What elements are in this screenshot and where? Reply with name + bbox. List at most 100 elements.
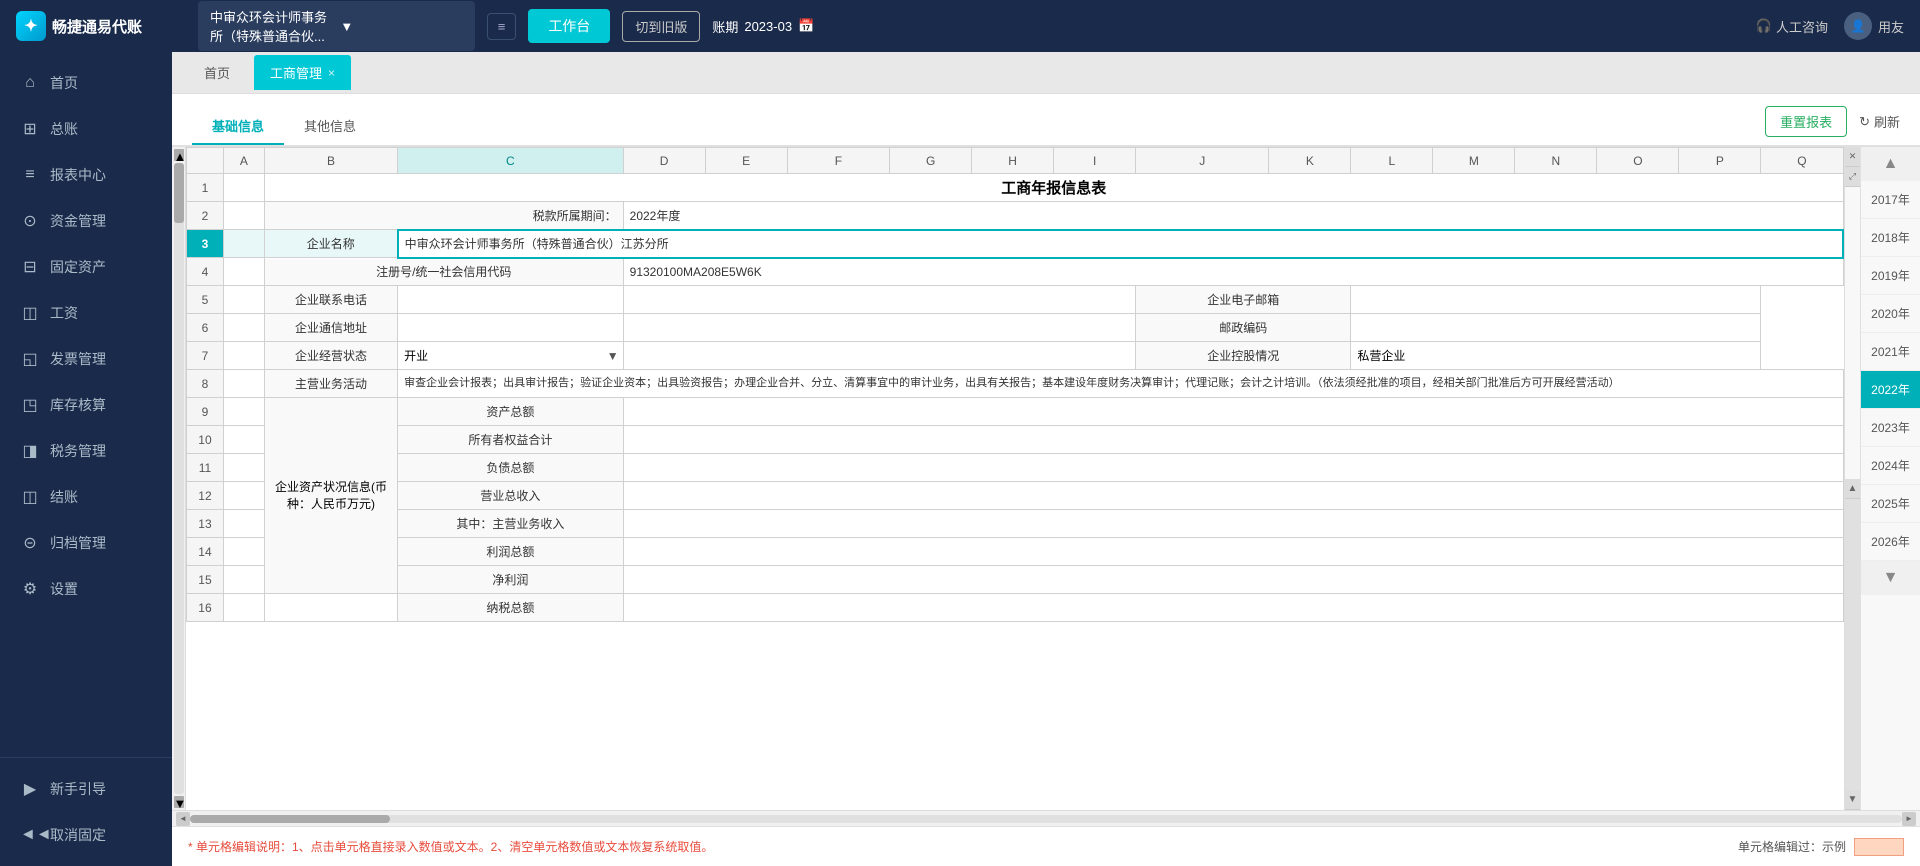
year-2017[interactable]: 2017年 <box>1861 181 1920 219</box>
year-2019[interactable]: 2019年 <box>1861 257 1920 295</box>
r8-a[interactable] <box>223 370 264 398</box>
r8-b[interactable]: 主营业务活动 <box>264 370 397 398</box>
tab-home[interactable]: 首页 <box>188 55 246 90</box>
sidebar-item-home[interactable]: ⌂ 首页 <box>0 60 172 106</box>
scroll-up-right-btn[interactable]: ▲ <box>1845 479 1861 499</box>
sidebar-item-finance[interactable]: ⊙ 资金管理 <box>0 198 172 244</box>
sidebar-item-ledger[interactable]: ⊞ 总账 <box>0 106 172 152</box>
r15-a[interactable] <box>223 566 264 594</box>
r7-c[interactable]: 开业 ▼ <box>398 342 624 370</box>
r13-a[interactable] <box>223 510 264 538</box>
r7-a[interactable] <box>223 342 264 370</box>
window-expand-button[interactable]: ⤢ <box>1845 167 1861 187</box>
r5-b[interactable]: 企业联系电话 <box>264 286 397 314</box>
company-info-button[interactable]: ≡ <box>487 13 517 40</box>
r11-c[interactable]: 负债总额 <box>398 454 624 482</box>
r8-value[interactable]: 审查企业会计报表；出具审计报告；验证企业资本；出具验资报告；办理企业合并、分立、… <box>398 370 1843 398</box>
r14-c[interactable]: 利润总额 <box>398 538 624 566</box>
r6-k[interactable] <box>1351 314 1761 342</box>
r4-value[interactable]: 91320100MA208E5W6K <box>623 258 1843 286</box>
year-nav-down[interactable]: ▼ <box>1861 561 1920 595</box>
support-button[interactable]: 🎧 人工咨询 <box>1756 17 1828 36</box>
h-scroll-track[interactable] <box>190 815 1902 823</box>
user-area[interactable]: 👤 用友 <box>1844 12 1904 40</box>
v-scroll-bar[interactable]: ▲ ▼ <box>172 147 186 810</box>
r13-c[interactable]: 其中：主营业务收入 <box>398 510 624 538</box>
r5-c[interactable] <box>398 286 624 314</box>
h-scroll-left-btn[interactable]: ◄ <box>176 812 190 826</box>
sidebar-item-close[interactable]: ◫ 结账 <box>0 474 172 520</box>
r7-k[interactable]: 私营企业 <box>1351 342 1761 370</box>
sidebar-item-settings[interactable]: ⚙ 设置 <box>0 566 172 612</box>
year-2026[interactable]: 2026年 <box>1861 523 1920 561</box>
r2-b[interactable]: 税款所属期间： <box>264 202 623 230</box>
sidebar-item-tax[interactable]: ◨ 税务管理 <box>0 428 172 474</box>
r2-a[interactable] <box>223 202 264 230</box>
r5-j[interactable]: 企业电子邮箱 <box>1136 286 1351 314</box>
year-2018[interactable]: 2018年 <box>1861 219 1920 257</box>
workbench-button[interactable]: 工作台 <box>528 9 610 43</box>
refresh-button[interactable]: ↻ 刷新 <box>1859 112 1900 131</box>
r6-d[interactable] <box>623 314 1136 342</box>
sub-tab-other[interactable]: 其他信息 <box>284 108 376 145</box>
r11-val[interactable] <box>623 454 1843 482</box>
r10-c[interactable]: 所有者权益合计 <box>398 426 624 454</box>
scroll-down-btn[interactable]: ▼ <box>174 796 184 808</box>
r6-c[interactable] <box>398 314 624 342</box>
unpin-item[interactable]: ◄◄ 取消固定 <box>0 812 172 858</box>
r4-a[interactable] <box>223 258 264 286</box>
calendar-icon[interactable]: 📅 <box>798 18 814 34</box>
spreadsheet-area[interactable]: A B C D E F G H I J K L <box>186 147 1844 810</box>
sidebar-item-inventory[interactable]: ◳ 库存核算 <box>0 382 172 428</box>
reset-report-button[interactable]: 重置报表 <box>1765 106 1847 137</box>
year-2023[interactable]: 2023年 <box>1861 409 1920 447</box>
r6-b[interactable]: 企业通信地址 <box>264 314 397 342</box>
sidebar-item-report[interactable]: ≡ 报表中心 <box>0 152 172 198</box>
h-scroll-thumb[interactable] <box>190 815 390 823</box>
r2-value[interactable]: 2022年度 <box>623 202 1843 230</box>
r5-a[interactable] <box>223 286 264 314</box>
tab-close-icon[interactable]: × <box>328 66 335 80</box>
r16-c[interactable]: 纳税总额 <box>398 594 624 622</box>
r15-val[interactable] <box>623 566 1843 594</box>
year-nav-up[interactable]: ▲ <box>1861 147 1920 181</box>
r7-d[interactable] <box>623 342 1136 370</box>
r1-title[interactable]: 工商年报信息表 <box>264 174 1843 202</box>
r13-val[interactable] <box>623 510 1843 538</box>
r16-b[interactable] <box>264 594 397 622</box>
sub-tab-basic[interactable]: 基础信息 <box>192 108 284 145</box>
h-scroll-right-btn[interactable]: ► <box>1902 812 1916 826</box>
year-2024[interactable]: 2024年 <box>1861 447 1920 485</box>
r14-val[interactable] <box>623 538 1843 566</box>
sidebar-item-invoice[interactable]: ◱ 发票管理 <box>0 336 172 382</box>
tab-active[interactable]: 工商管理 × <box>254 55 351 90</box>
sidebar-item-salary[interactable]: ◫ 工资 <box>0 290 172 336</box>
r10-a[interactable] <box>223 426 264 454</box>
r9-a[interactable] <box>223 398 264 426</box>
r3-a[interactable] <box>223 230 264 258</box>
h-scroll-bar[interactable]: ◄ ► <box>172 810 1920 826</box>
switch-version-button[interactable]: 切到旧版 <box>622 11 700 42</box>
r11-a[interactable] <box>223 454 264 482</box>
r5-d[interactable] <box>623 286 1136 314</box>
r16-val[interactable] <box>623 594 1843 622</box>
r7-j[interactable]: 企业控股情况 <box>1136 342 1351 370</box>
r5-k[interactable] <box>1351 286 1761 314</box>
r6-j[interactable]: 邮政编码 <box>1136 314 1351 342</box>
sidebar-item-asset[interactable]: ⊟ 固定资产 <box>0 244 172 290</box>
window-close-button[interactable]: ✕ <box>1845 147 1861 167</box>
scroll-up-btn[interactable]: ▲ <box>174 149 184 161</box>
new-guide-item[interactable]: ▶ 新手引导 <box>0 766 172 812</box>
r9-c[interactable]: 资产总额 <box>398 398 624 426</box>
r12-a[interactable] <box>223 482 264 510</box>
sidebar-item-archive[interactable]: ⊝ 归档管理 <box>0 520 172 566</box>
r6-a[interactable] <box>223 314 264 342</box>
r1-a[interactable] <box>223 174 264 202</box>
scroll-thumb[interactable] <box>174 163 184 223</box>
r9-b-merge[interactable]: 企业资产状况信息(币种：人民币万元) <box>264 398 397 594</box>
r7-b[interactable]: 企业经营状态 <box>264 342 397 370</box>
scroll-down-right-btn[interactable]: ▼ <box>1845 790 1861 810</box>
year-2025[interactable]: 2025年 <box>1861 485 1920 523</box>
r15-c[interactable]: 净利润 <box>398 566 624 594</box>
r14-a[interactable] <box>223 538 264 566</box>
